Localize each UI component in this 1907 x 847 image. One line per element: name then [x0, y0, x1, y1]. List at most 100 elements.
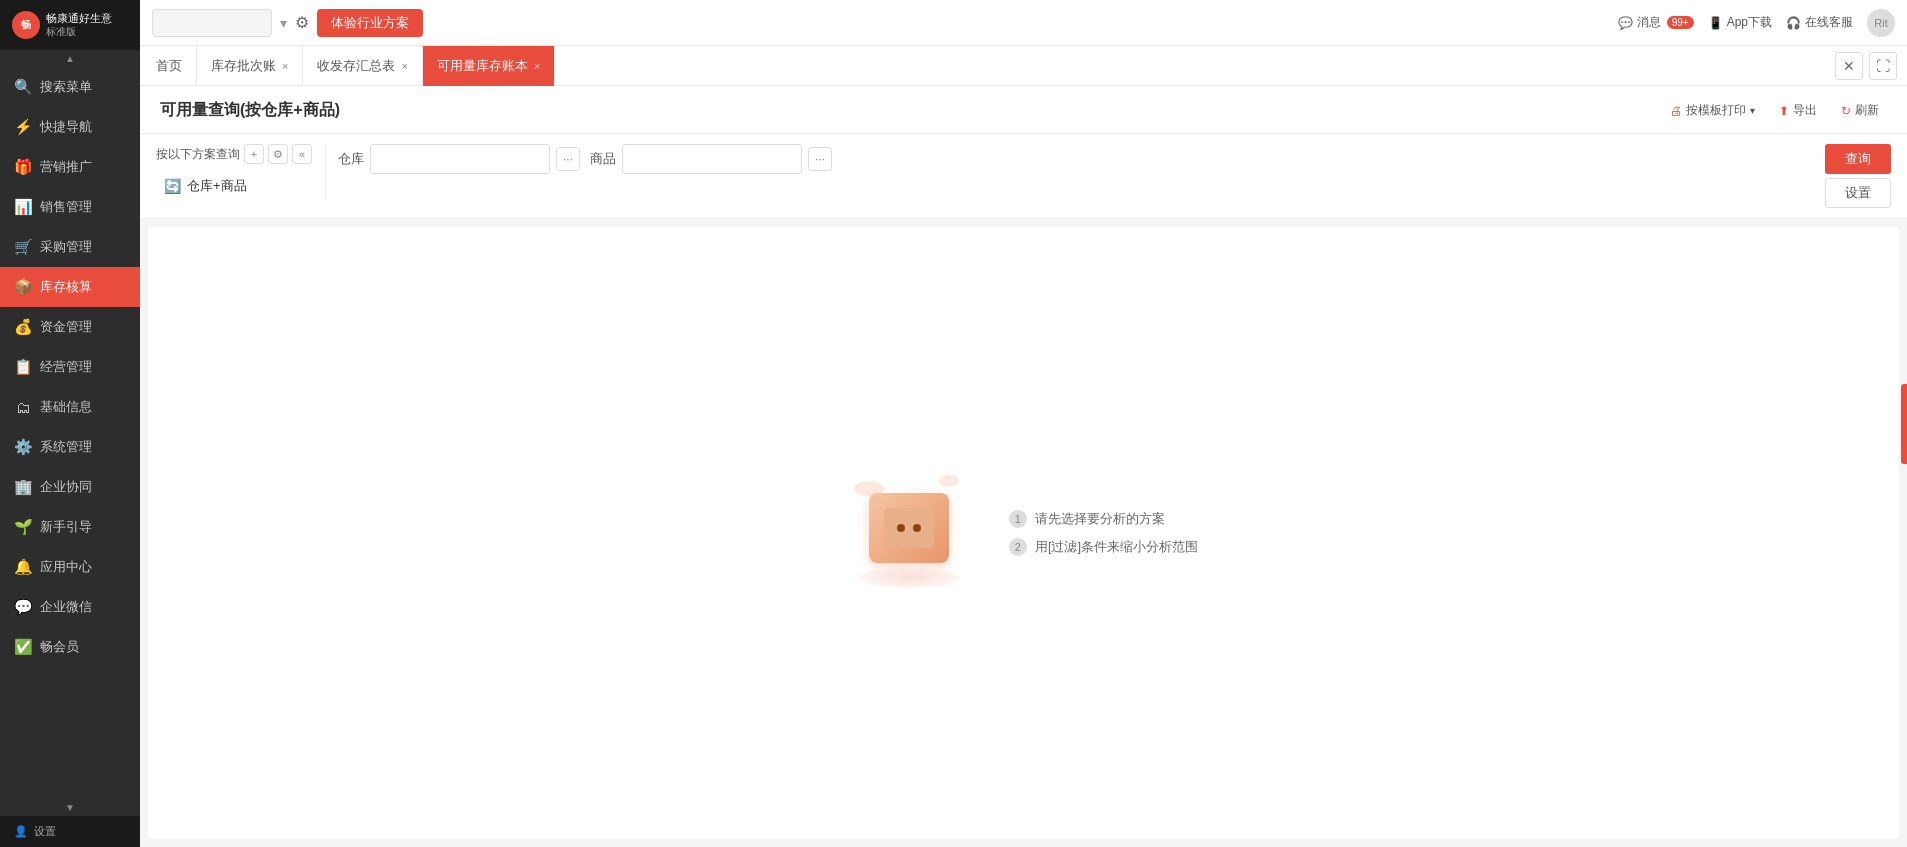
- export-label: 导出: [1793, 102, 1817, 119]
- topbar-left: ▾ ⚙ 体验行业方案: [152, 9, 1610, 37]
- tip-text-1: 请先选择要分析的方案: [1035, 510, 1165, 528]
- empty-tip-1: 1 请先选择要分析的方案: [1009, 510, 1198, 528]
- filter-scheme-header: 按以下方案查询 + ⚙ «: [156, 144, 313, 164]
- export-icon: ⬆: [1779, 104, 1789, 118]
- app-download-btn[interactable]: 📱 App下载: [1708, 14, 1772, 31]
- goods-label: 商品: [590, 150, 616, 168]
- box-eyes: [897, 524, 921, 532]
- empty-tips: 1 请先选择要分析的方案 2 用[过滤]条件来缩小分析范围: [1009, 510, 1198, 556]
- tab-close-batch-ledger[interactable]: ×: [282, 60, 288, 72]
- filter-fields: 仓库 ··· 商品 ···: [338, 144, 1825, 174]
- glow-decoration: [859, 568, 959, 588]
- brand-name: 畅康通好生意: [46, 11, 112, 25]
- sidebar-item-operations[interactable]: 📋 经营管理: [0, 347, 140, 387]
- nav-label-newbie: 新手引导: [40, 518, 92, 536]
- nav-label-enterprise: 企业协同: [40, 478, 92, 496]
- sidebar-item-funds[interactable]: 💰 资金管理: [0, 307, 140, 347]
- tab-label-receipt-summary: 收发存汇总表: [317, 57, 395, 75]
- topbar-search-input[interactable]: [152, 9, 272, 37]
- filter-scheme: 按以下方案查询 + ⚙ « 🔄 仓库+商品: [156, 144, 326, 200]
- filter-actions: 查询 设置: [1825, 144, 1891, 208]
- topbar-gear-icon[interactable]: ⚙: [295, 13, 309, 32]
- nav-icon-wechat: 💬: [14, 598, 32, 616]
- empty-content: 1 请先选择要分析的方案 2 用[过滤]条件来缩小分析范围: [849, 473, 1198, 593]
- page-header-actions: 🖨 按模板打印 ▾ ⬆ 导出 ↻ 刷新: [1662, 98, 1887, 123]
- sidebar-item-app-center[interactable]: 🔔 应用中心: [0, 547, 140, 587]
- sidebar-item-shortcut[interactable]: ⚡ 快捷导航: [0, 107, 140, 147]
- tabs-bar-right: ✕ ⛶: [1835, 52, 1907, 80]
- nav-label-shortcut: 快捷导航: [40, 118, 92, 136]
- sidebar-item-newbie[interactable]: 🌱 新手引导: [0, 507, 140, 547]
- refresh-btn[interactable]: ↻ 刷新: [1833, 98, 1887, 123]
- sidebar-item-marketing-promo[interactable]: 🎁 营销推广: [0, 147, 140, 187]
- online-service-btn[interactable]: 🎧 在线客服: [1786, 14, 1853, 31]
- maximize-btn[interactable]: ⛶: [1869, 52, 1897, 80]
- sidebar-item-enterprise[interactable]: 🏢 企业协同: [0, 467, 140, 507]
- nav-label-basic-info: 基础信息: [40, 398, 92, 416]
- topbar-right: 💬 消息 99+ 📱 App下载 🎧 在线客服 Rit: [1618, 9, 1895, 37]
- sidebar-item-sys-mgmt[interactable]: ⚙️ 系统管理: [0, 427, 140, 467]
- nav-icon-sys-mgmt: ⚙️: [14, 438, 32, 456]
- nav-icon-operations: 📋: [14, 358, 32, 376]
- tab-close-receipt-summary[interactable]: ×: [401, 60, 407, 72]
- user-avatar[interactable]: Rit: [1867, 9, 1895, 37]
- message-badge: 99+: [1667, 16, 1694, 29]
- sidebar-scroll-up[interactable]: ▲: [0, 50, 140, 67]
- nav-icon-funds: 💰: [14, 318, 32, 336]
- box-eye-left: [897, 524, 905, 532]
- tab-home[interactable]: 首页: [140, 46, 197, 86]
- page-header: 可用量查询(按仓库+商品) 🖨 按模板打印 ▾ ⬆ 导出 ↻ 刷新: [140, 86, 1907, 134]
- print-icon: 🖨: [1670, 104, 1682, 118]
- empty-illustration: [849, 473, 969, 593]
- edition-label: 标准版: [46, 25, 112, 39]
- sidebar-bottom-label: 设置: [34, 824, 56, 839]
- add-scheme-btn[interactable]: +: [244, 144, 264, 164]
- nav-label-funds: 资金管理: [40, 318, 92, 336]
- tab-receipt-summary[interactable]: 收发存汇总表 ×: [303, 46, 422, 86]
- goods-input[interactable]: [622, 144, 802, 174]
- sidebar-item-basic-info[interactable]: 🗂 基础信息: [0, 387, 140, 427]
- sidebar-item-search[interactable]: 🔍 搜索菜单: [0, 67, 140, 107]
- sidebar-scroll-down[interactable]: ▼: [0, 799, 140, 816]
- close-tab-btn[interactable]: ✕: [1835, 52, 1863, 80]
- nav-icon-marketing-promo: 🎁: [14, 158, 32, 176]
- topbar: ▾ ⚙ 体验行业方案 💬 消息 99+ 📱 App下载 🎧 在线客服 Rit: [140, 0, 1907, 46]
- message-label: 消息: [1637, 14, 1661, 31]
- goods-more-btn[interactable]: ···: [808, 147, 832, 171]
- topbar-chevron-icon[interactable]: ▾: [280, 15, 287, 31]
- edit-scheme-btn[interactable]: ⚙: [268, 144, 288, 164]
- tab-close-available-ledger[interactable]: ×: [534, 60, 540, 72]
- right-scroll-bar[interactable]: [1901, 384, 1907, 464]
- collapse-scheme-btn[interactable]: «: [292, 144, 312, 164]
- logo-icon: 畅: [12, 11, 40, 39]
- trial-btn[interactable]: 体验行业方案: [317, 9, 423, 37]
- box-eye-right: [913, 524, 921, 532]
- tab-available-ledger[interactable]: 可用量库存账本×: [423, 46, 555, 86]
- warehouse-input[interactable]: [370, 144, 550, 174]
- scheme-label: 按以下方案查询: [156, 146, 240, 163]
- empty-tip-2: 2 用[过滤]条件来缩小分析范围: [1009, 538, 1198, 556]
- tip-num-2: 2: [1009, 538, 1027, 556]
- refresh-label: 刷新: [1855, 102, 1879, 119]
- query-btn[interactable]: 查询: [1825, 144, 1891, 174]
- scheme-actions: + ⚙: [244, 144, 288, 164]
- sidebar-item-sales-mgmt[interactable]: 📊 销售管理: [0, 187, 140, 227]
- nav-label-sys-mgmt: 系统管理: [40, 438, 92, 456]
- sidebar-item-purchase-mgmt[interactable]: 🛒 采购管理: [0, 227, 140, 267]
- sidebar-bottom-icon: 👤: [14, 825, 28, 838]
- sidebar-item-wechat[interactable]: 💬 企业微信: [0, 587, 140, 627]
- warehouse-more-btn[interactable]: ···: [556, 147, 580, 171]
- sidebar-item-membership[interactable]: ✅ 畅会员: [0, 627, 140, 667]
- tabs-bar: 首页库存批次账×收发存汇总表×可用量库存账本× ✕ ⛶: [140, 46, 1907, 86]
- export-btn[interactable]: ⬆ 导出: [1771, 98, 1825, 123]
- nav-icon-inventory: 📦: [14, 278, 32, 296]
- filter-settings-btn[interactable]: 设置: [1825, 178, 1891, 208]
- scheme-item-icon: 🔄: [164, 178, 181, 194]
- message-btn[interactable]: 💬 消息 99+: [1618, 14, 1694, 31]
- tab-batch-ledger[interactable]: 库存批次账×: [197, 46, 303, 86]
- print-btn[interactable]: 🖨 按模板打印 ▾: [1662, 98, 1763, 123]
- warehouse-label: 仓库: [338, 150, 364, 168]
- sidebar-item-inventory[interactable]: 📦 库存核算: [0, 267, 140, 307]
- app-download-label: App下载: [1727, 14, 1772, 31]
- scheme-item-warehouse-goods[interactable]: 🔄 仓库+商品: [156, 172, 313, 200]
